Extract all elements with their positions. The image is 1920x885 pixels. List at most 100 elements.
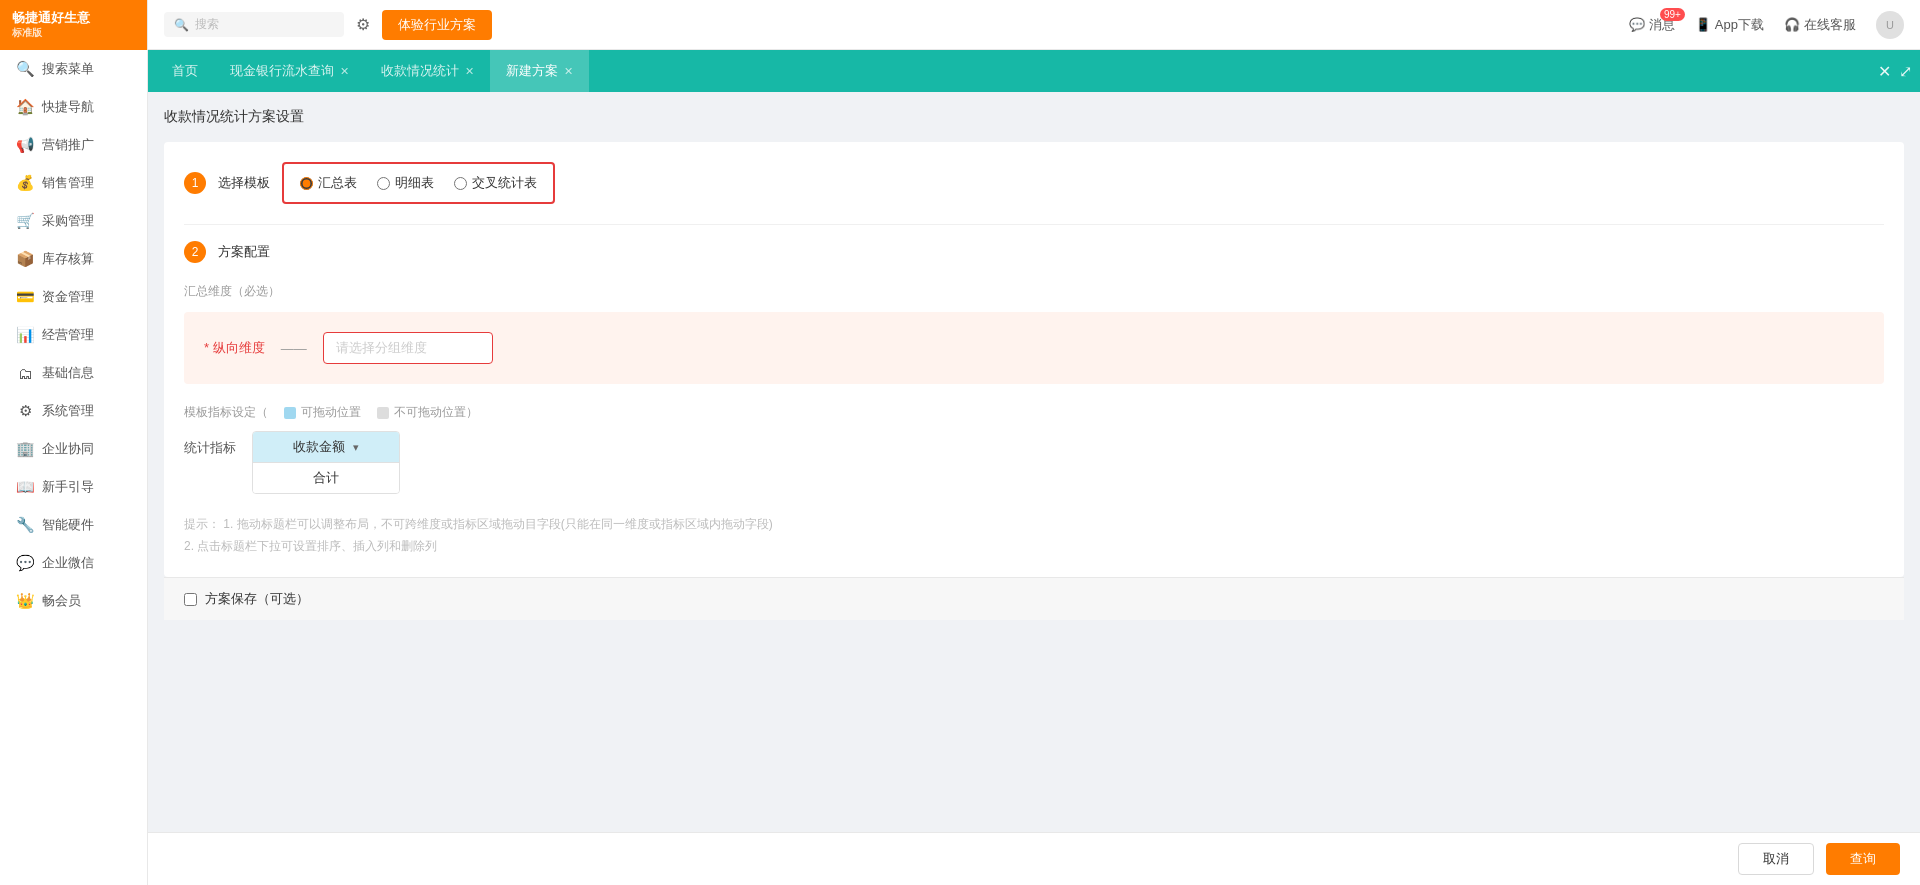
hint-line2: 2. 点击标题栏下拉可设置排序、插入列和删除列	[184, 536, 1884, 558]
tab-receipt-stats[interactable]: 收款情况统计 ✕	[365, 50, 490, 92]
sidebar-item-marketing[interactable]: 📢 营销推广	[0, 126, 147, 164]
sidebar-item-sales[interactable]: 💰 销售管理	[0, 164, 147, 202]
dim-arrow: ——	[281, 341, 307, 356]
topbar: 🔍 搜索 ⚙ 体验行业方案 💬 消息 99+ 📱 App下载 🎧 在线客服 U	[148, 0, 1920, 50]
cancel-button[interactable]: 取消	[1738, 843, 1814, 875]
radio-summary-input[interactable]	[300, 177, 313, 190]
sidebar-item-label: 资金管理	[42, 288, 94, 306]
step1-label: 选择模板	[218, 174, 270, 192]
notification-button[interactable]: 💬 消息 99+	[1629, 16, 1675, 34]
metrics-table-area: 统计指标 收款金额 ▾ 合计	[184, 431, 1884, 494]
radio-summary-label: 汇总表	[318, 174, 357, 192]
tabbar: 首页 现金银行流水查询 ✕ 收款情况统计 ✕ 新建方案 ✕ ✕ ⤢	[148, 50, 1920, 92]
settings-icon[interactable]: ⚙	[356, 15, 370, 34]
radio-detail-label: 明细表	[395, 174, 434, 192]
vertical-dimension-row: * 纵向维度 —— 请选择分组维度	[204, 332, 1864, 364]
search-box[interactable]: 🔍 搜索	[164, 12, 344, 37]
purchase-icon: 🛒	[16, 212, 34, 230]
sidebar-item-hardware[interactable]: 🔧 智能硬件	[0, 506, 147, 544]
sidebar-item-nav[interactable]: 🏠 快捷导航	[0, 88, 147, 126]
system-icon: ⚙	[16, 402, 34, 420]
sidebar-item-label: 采购管理	[42, 212, 94, 230]
radio-summary[interactable]: 汇总表	[300, 174, 357, 192]
close-tab-receipt[interactable]: ✕	[465, 65, 474, 78]
sales-icon: 💰	[16, 174, 34, 192]
step1-badge: 1	[184, 172, 206, 194]
sidebar-item-enterprise[interactable]: 🏢 企业协同	[0, 430, 147, 468]
basic-icon: 🗂	[16, 365, 34, 382]
hint-line1: 提示： 1. 拖动标题栏可以调整布局，不可跨维度或指标区域拖动目字段(只能在同一…	[184, 514, 1884, 536]
sidebar-item-label: 企业协同	[42, 440, 94, 458]
metrics-title: 模板指标设定（	[184, 404, 268, 421]
message-icon: 💬	[1629, 17, 1645, 32]
step2-badge: 2	[184, 241, 206, 263]
member-icon: 👑	[16, 592, 34, 610]
hardware-icon: 🔧	[16, 516, 34, 534]
radio-cross-input[interactable]	[454, 177, 467, 190]
hints-section: 提示： 1. 拖动标题栏可以调整布局，不可跨维度或指标区域拖动目字段(只能在同一…	[184, 514, 1884, 557]
sidebar-item-label: 销售管理	[42, 174, 94, 192]
dimension-placeholder: 请选择分组维度	[336, 339, 427, 357]
trial-button[interactable]: 体验行业方案	[382, 10, 492, 40]
close-all-icon[interactable]: ✕	[1878, 62, 1891, 81]
close-tab-bank[interactable]: ✕	[340, 65, 349, 78]
user-avatar[interactable]: U	[1876, 11, 1904, 39]
sidebar-item-label: 基础信息	[42, 364, 94, 382]
sidebar-item-label: 搜索菜单	[42, 60, 94, 78]
guide-icon: 📖	[16, 478, 34, 496]
radio-detail-input[interactable]	[377, 177, 390, 190]
maximize-icon[interactable]: ⤢	[1899, 62, 1912, 81]
sidebar-item-weixin[interactable]: 💬 企业微信	[0, 544, 147, 582]
close-tab-new-plan[interactable]: ✕	[564, 65, 573, 78]
config-section: 汇总维度（必选） * 纵向维度 —— 请选择分组维度 模板指标设定（	[184, 283, 1884, 557]
query-button[interactable]: 查询	[1826, 843, 1900, 875]
sidebar-item-guide[interactable]: 📖 新手引导	[0, 468, 147, 506]
tab-new-plan[interactable]: 新建方案 ✕	[490, 50, 589, 92]
tabbar-actions: ✕ ⤢	[1878, 62, 1912, 81]
sidebar-item-label: 系统管理	[42, 402, 94, 420]
sidebar-item-finance[interactable]: 💳 资金管理	[0, 278, 147, 316]
sidebar-item-label: 营销推广	[42, 136, 94, 154]
search-placeholder: 搜索	[195, 16, 219, 33]
fixed-dot	[377, 407, 389, 419]
legend-fixed: 不可拖动位置）	[377, 404, 478, 421]
footer-bar: 取消 查询	[148, 832, 1920, 885]
main-card: 1 选择模板 汇总表 明细表 交叉统计表	[164, 142, 1904, 577]
weixin-icon: 💬	[16, 554, 34, 572]
sidebar-item-label: 企业微信	[42, 554, 94, 572]
metrics-legend: 模板指标设定（ 可拖动位置 不可拖动位置）	[184, 404, 1884, 421]
sidebar-item-search[interactable]: 🔍 搜索菜单	[0, 50, 147, 88]
sidebar-logo: 畅捷通好生意 标准版	[0, 0, 147, 50]
sidebar-item-inventory[interactable]: 📦 库存核算	[0, 240, 147, 278]
save-checkbox[interactable]	[184, 593, 197, 606]
online-service-button[interactable]: 🎧 在线客服	[1784, 16, 1856, 34]
dropdown-icon[interactable]: ▾	[353, 441, 359, 454]
step2-row: 2 方案配置	[184, 241, 1884, 263]
sidebar-item-management[interactable]: 📊 经营管理	[0, 316, 147, 354]
sidebar-item-label: 畅会员	[42, 592, 81, 610]
app-name: 畅捷通好生意	[12, 10, 90, 26]
sidebar-item-system[interactable]: ⚙ 系统管理	[0, 392, 147, 430]
dimension-area: * 纵向维度 —— 请选择分组维度	[184, 312, 1884, 384]
sidebar: 畅捷通好生意 标准版 🔍 搜索菜单 🏠 快捷导航 📢 营销推广 💰 销售管理 🛒…	[0, 0, 148, 885]
sidebar-item-basic[interactable]: 🗂 基础信息	[0, 354, 147, 392]
app-download-button[interactable]: 📱 App下载	[1695, 16, 1764, 34]
tab-bank-flow[interactable]: 现金银行流水查询 ✕	[214, 50, 365, 92]
dimension-selector[interactable]: 请选择分组维度	[323, 332, 493, 364]
sidebar-item-member[interactable]: 👑 畅会员	[0, 582, 147, 620]
legend-draggable: 可拖动位置	[284, 404, 361, 421]
step2-label: 方案配置	[218, 243, 270, 261]
tab-home[interactable]: 首页	[156, 50, 214, 92]
page-title: 收款情况统计方案设置	[164, 108, 1904, 126]
radio-cross[interactable]: 交叉统计表	[454, 174, 537, 192]
metrics-header[interactable]: 收款金额 ▾	[253, 432, 399, 462]
divider	[184, 224, 1884, 225]
vertical-dim-label: * 纵向维度	[204, 339, 265, 357]
app-edition: 标准版	[12, 26, 90, 40]
radio-cross-label: 交叉统计表	[472, 174, 537, 192]
topbar-right: 💬 消息 99+ 📱 App下载 🎧 在线客服 U	[1629, 11, 1904, 39]
metrics-table: 收款金额 ▾ 合计	[252, 431, 400, 494]
sidebar-item-purchase[interactable]: 🛒 采购管理	[0, 202, 147, 240]
notification-badge: 99+	[1660, 8, 1685, 21]
radio-detail[interactable]: 明细表	[377, 174, 434, 192]
